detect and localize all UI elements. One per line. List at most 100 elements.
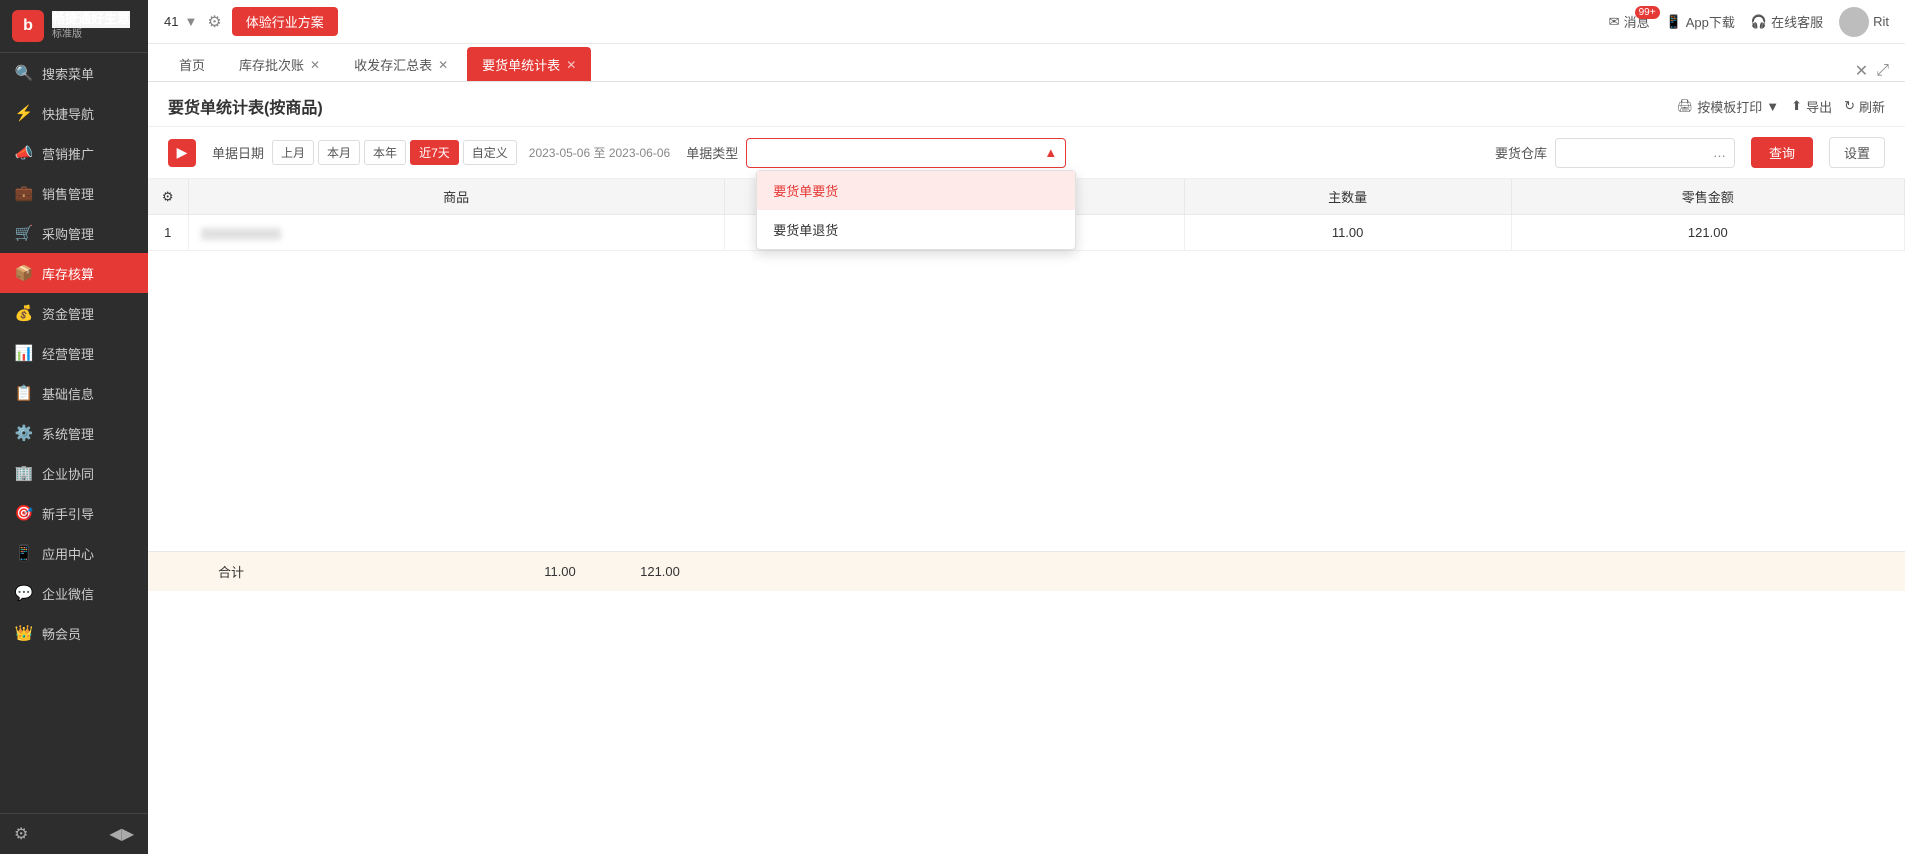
trial-industry-button[interactable]: 体验行业方案 — [232, 7, 338, 36]
collapse-icon[interactable]: ◀▶ — [109, 824, 134, 844]
filter-date-last-month[interactable]: 上月 — [272, 140, 314, 165]
dropdown-order-return-label: 要货单退货 — [773, 223, 838, 238]
total-row: 合计 11.00 121.00 — [148, 551, 1905, 591]
topbar-store: 41 ▼ — [164, 14, 197, 29]
tab-home[interactable]: 首页 — [164, 47, 220, 81]
topbar-app-download[interactable]: 📱 App下载 — [1666, 12, 1735, 31]
search-icon: 🔍 — [14, 63, 34, 83]
filter-date-custom[interactable]: 自定义 — [463, 140, 517, 165]
row-no: 1 — [148, 215, 188, 251]
topbar-user[interactable]: Rit — [1839, 7, 1889, 37]
col-header-amount: 零售金额 — [1511, 179, 1904, 215]
export-icon: ⬆ — [1791, 98, 1802, 114]
sidebar-item-system[interactable]: ⚙️ 系统管理 — [0, 413, 148, 453]
sidebar-item-finance[interactable]: 💰 资金管理 — [0, 293, 148, 333]
tab-home-label: 首页 — [179, 55, 205, 74]
tab-order-summary[interactable]: 要货单统计表 ✕ — [467, 47, 591, 81]
headset-icon: 🎧 — [1751, 14, 1767, 30]
sidebar-item-purchase[interactable]: 🛒 采购管理 — [0, 213, 148, 253]
filter-date-this-year[interactable]: 本年 — [364, 140, 406, 165]
sidebar-guide-label: 新手引导 — [42, 504, 94, 523]
export-button[interactable]: ⬆ 导出 — [1791, 97, 1832, 116]
col-header-product: 商品 — [188, 179, 724, 215]
tab-inventory-batch-close[interactable]: ✕ — [310, 58, 320, 72]
sidebar-wechat-label: 企业微信 — [42, 584, 94, 603]
sidebar-operations-label: 经营管理 — [42, 344, 94, 363]
filter-type-select[interactable]: ▲ — [746, 138, 1066, 168]
settings-footer-icon[interactable]: ⚙ — [14, 824, 28, 844]
print-icon: 🖨 — [1677, 98, 1694, 114]
topbar: 41 ▼ ⚙ 体验行业方案 ✉ 消息 99+ 📱 App下载 🎧 在线客服 R — [148, 0, 1905, 44]
sidebar-item-appstore[interactable]: 📱 应用中心 — [0, 533, 148, 573]
sidebar-marketing-label: 营销推广 — [42, 144, 94, 163]
filter-expand-button[interactable]: ▶ — [168, 139, 196, 167]
app-logo-text: 畅捷通好生意 标准版 — [52, 11, 130, 41]
sidebar-item-marketing[interactable]: 📣 营销推广 — [0, 133, 148, 173]
app-version: 标准版 — [52, 28, 130, 41]
tab-inventory-batch[interactable]: 库存批次账 ✕ — [224, 47, 335, 81]
guide-icon: 🎯 — [14, 503, 34, 523]
tab-receivable-summary[interactable]: 收发存汇总表 ✕ — [339, 47, 463, 81]
tab-receivable-summary-label: 收发存汇总表 — [354, 55, 432, 74]
member-icon: 👑 — [14, 623, 34, 643]
tab-order-summary-close[interactable]: ✕ — [566, 58, 576, 72]
message-icon: ✉ — [1609, 14, 1620, 30]
sidebar-item-search[interactable]: 🔍 搜索菜单 — [0, 53, 148, 93]
main-area: 41 ▼ ⚙ 体验行业方案 ✉ 消息 99+ 📱 App下载 🎧 在线客服 R — [148, 0, 1905, 854]
page-actions: 🖨 按模板打印 ▼ ⬆ 导出 ↻ 刷新 — [1677, 97, 1885, 116]
row-qty: 11.00 — [1184, 215, 1511, 251]
sidebar-appstore-label: 应用中心 — [42, 544, 94, 563]
row-product — [188, 215, 724, 251]
sidebar-item-guide[interactable]: 🎯 新手引导 — [0, 493, 148, 533]
tab-close-all-button[interactable]: ✕ — [1855, 61, 1868, 81]
query-button[interactable]: 查询 — [1751, 137, 1813, 168]
topbar-gear-icon[interactable]: ⚙ — [207, 12, 221, 32]
export-label: 导出 — [1806, 97, 1832, 116]
inventory-icon: 📦 — [14, 263, 34, 283]
sidebar-footer: ⚙ ◀▶ — [0, 813, 148, 854]
sidebar-basic-label: 基础信息 — [42, 384, 94, 403]
content-area: 要货单统计表(按商品) 🖨 按模板打印 ▼ ⬆ 导出 ↻ 刷新 — [148, 82, 1905, 854]
sidebar-enterprise-label: 企业协同 — [42, 464, 94, 483]
filter-date-this-month[interactable]: 本月 — [318, 140, 360, 165]
topbar-messages[interactable]: ✉ 消息 99+ — [1609, 12, 1650, 31]
dropdown-item-order-goods[interactable]: 要货单要货 — [757, 171, 1075, 210]
dropdown-item-order-return[interactable]: 要货单退货 — [757, 210, 1075, 249]
appstore-icon: 📱 — [14, 543, 34, 563]
sidebar-item-inventory[interactable]: 📦 库存核算 — [0, 253, 148, 293]
tab-expand-button[interactable]: ⤢ — [1876, 62, 1889, 80]
sidebar-item-basic[interactable]: 📋 基础信息 — [0, 373, 148, 413]
filter-type-dropdown: 要货单要货 要货单退货 — [756, 170, 1076, 250]
sidebar-item-quick-nav[interactable]: ⚡ 快捷导航 — [0, 93, 148, 133]
store-dropdown-icon[interactable]: ▼ — [184, 14, 197, 29]
filter-bar: ▶ 单据日期 上月 本月 本年 近7天 自定义 2023-05-06 至 202… — [148, 127, 1905, 179]
sidebar-item-operations[interactable]: 📊 经营管理 — [0, 333, 148, 373]
print-chevron-icon: ▼ — [1766, 99, 1779, 114]
print-template-button[interactable]: 🖨 按模板打印 ▼ — [1677, 97, 1779, 116]
tab-receivable-close[interactable]: ✕ — [438, 58, 448, 72]
sidebar-item-enterprise[interactable]: 🏢 企业协同 — [0, 453, 148, 493]
tab-inventory-batch-label: 库存批次账 — [239, 55, 304, 74]
sidebar-item-member[interactable]: 👑 畅会员 — [0, 613, 148, 653]
quick-nav-icon: ⚡ — [14, 103, 34, 123]
filter-warehouse-select[interactable]: … — [1555, 138, 1735, 168]
total-label: 合计 — [210, 562, 410, 581]
sales-icon: 💼 — [14, 183, 34, 203]
refresh-label: 刷新 — [1859, 97, 1885, 116]
page-header: 要货单统计表(按商品) 🖨 按模板打印 ▼ ⬆ 导出 ↻ 刷新 — [148, 82, 1905, 127]
store-number-label: 41 — [164, 14, 178, 29]
filter-date-last-7-days[interactable]: 近7天 — [410, 140, 459, 165]
topbar-online-service[interactable]: 🎧 在线客服 — [1751, 12, 1823, 31]
sidebar-item-wechat[interactable]: 💬 企业微信 — [0, 573, 148, 613]
topbar-right: ✉ 消息 99+ 📱 App下载 🎧 在线客服 Rit — [1609, 7, 1889, 37]
enterprise-icon: 🏢 — [14, 463, 34, 483]
sidebar-sales-label: 销售管理 — [42, 184, 94, 203]
filter-date-group: 单据日期 上月 本月 本年 近7天 自定义 2023-05-06 至 2023-… — [212, 140, 670, 165]
filter-warehouse-more-icon: … — [1713, 145, 1726, 160]
sidebar-item-sales[interactable]: 💼 销售管理 — [0, 173, 148, 213]
sidebar-finance-label: 资金管理 — [42, 304, 94, 323]
refresh-button[interactable]: ↻ 刷新 — [1844, 97, 1885, 116]
filter-settings-button[interactable]: 设置 — [1829, 137, 1885, 168]
col-header-settings[interactable]: ⚙ — [148, 179, 188, 215]
refresh-icon: ↻ — [1844, 98, 1855, 114]
